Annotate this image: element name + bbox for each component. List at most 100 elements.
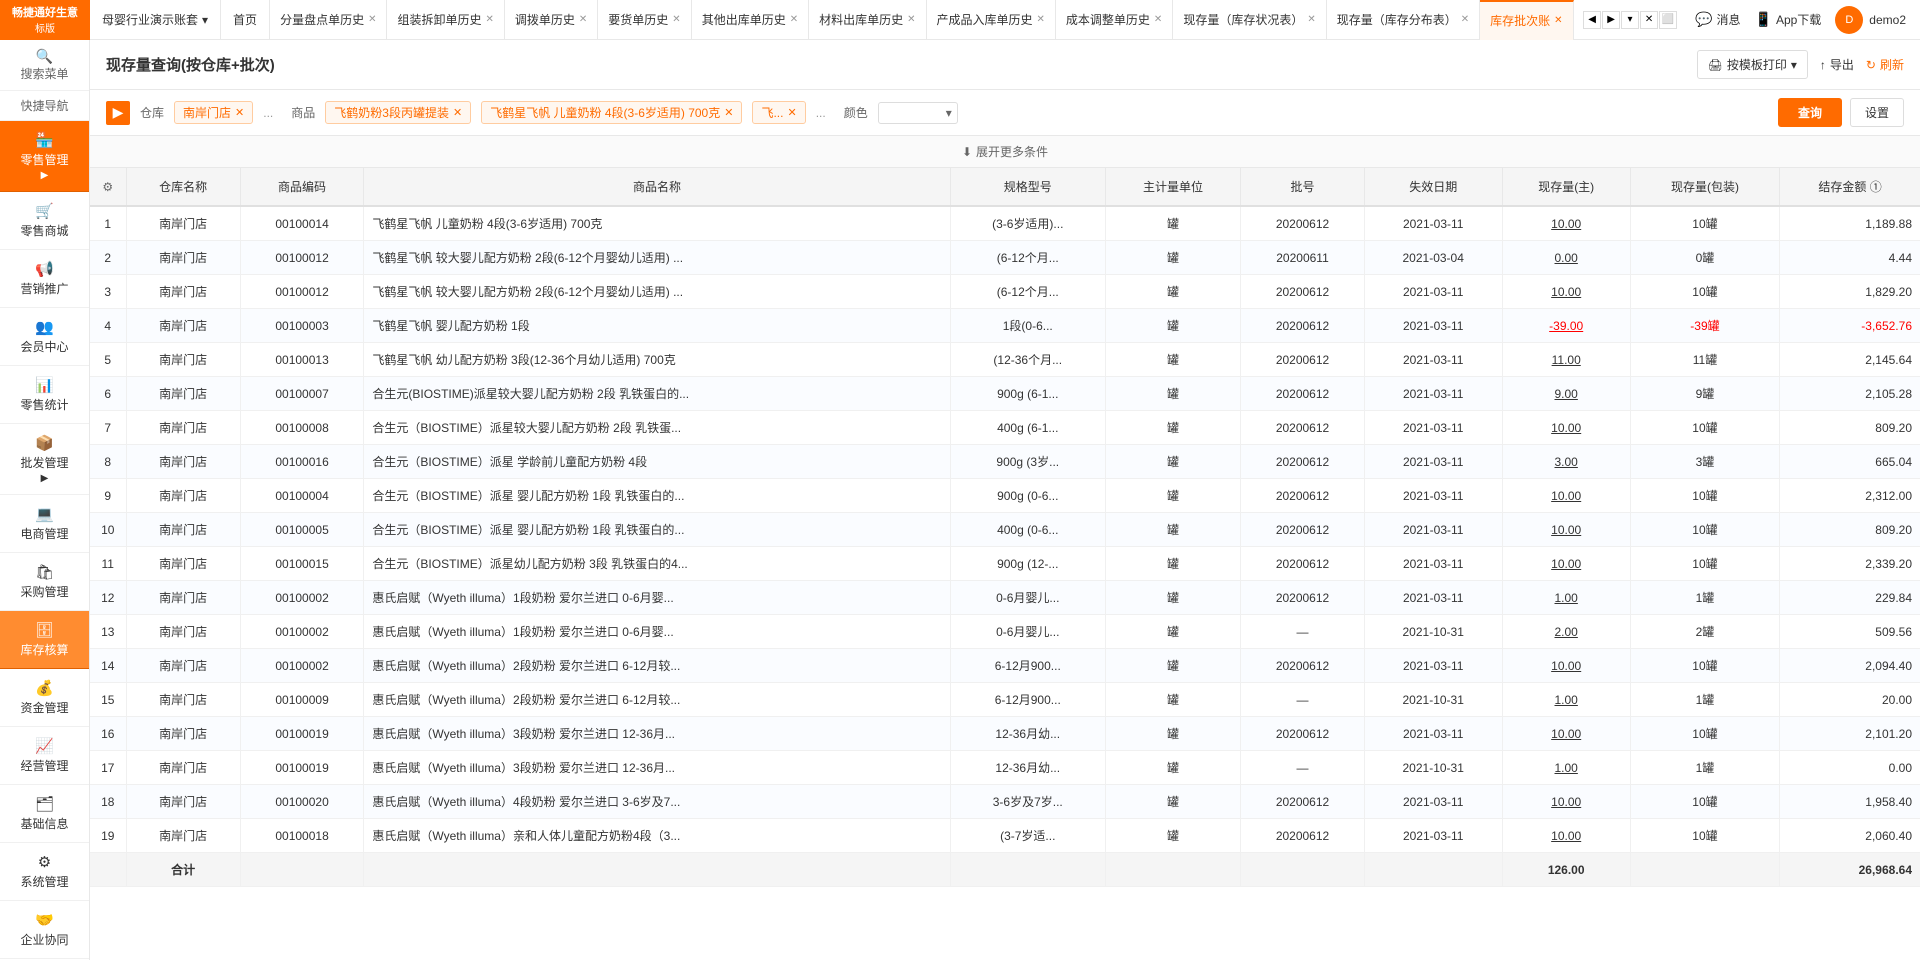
quick-nav-btn[interactable]: 快捷导航 xyxy=(0,91,89,121)
tab-maximize-button[interactable]: ⬜ xyxy=(1659,11,1677,29)
tab-prev-button[interactable]: ◀ xyxy=(1583,11,1601,29)
summary-qty: 126.00 xyxy=(1502,853,1630,887)
row-qty-pack: 10罐 xyxy=(1630,479,1779,513)
row-qty-main[interactable]: 10.00 xyxy=(1502,717,1630,751)
tab-cailiao[interactable]: 材料出库单历史✕ xyxy=(809,0,926,40)
row-amount: 0.00 xyxy=(1780,751,1920,785)
row-qty-main[interactable]: 10.00 xyxy=(1502,819,1630,853)
row-qty-main[interactable]: 10.00 xyxy=(1502,206,1630,241)
sidebar-item-base[interactable]: 🗂 基础信息 xyxy=(0,785,89,843)
tab-close-7[interactable]: ✕ xyxy=(1037,14,1045,25)
export-button[interactable]: ↑ 导出 xyxy=(1820,56,1854,73)
row-qty-main[interactable]: 10.00 xyxy=(1502,547,1630,581)
search-menu-btn[interactable]: 🔍 搜索菜单 xyxy=(0,40,89,91)
sidebar-item-inventory[interactable]: 🗄 库存核算 xyxy=(0,611,89,669)
tab-chengpin[interactable]: 产成品入库单历史✕ xyxy=(927,0,1056,40)
tab-yaohuo[interactable]: 要货单历史✕ xyxy=(598,0,691,40)
row-qty-main[interactable]: 10.00 xyxy=(1502,275,1630,309)
row-qty-main[interactable]: 10.00 xyxy=(1502,649,1630,683)
message-button[interactable]: 💬 消息 xyxy=(1695,11,1740,28)
tab-next-button[interactable]: ▶ xyxy=(1602,11,1620,29)
row-no: 4 xyxy=(90,309,126,343)
product-tag-3-remove[interactable]: ✕ xyxy=(787,106,796,119)
row-no: 8 xyxy=(90,445,126,479)
tab-close-4[interactable]: ✕ xyxy=(672,14,680,25)
row-amount: 2,339.20 xyxy=(1780,547,1920,581)
industry-selector[interactable]: 母婴行业演示账套 ▾ xyxy=(90,0,221,40)
row-qty-main[interactable]: 10.00 xyxy=(1502,785,1630,819)
print-button[interactable]: 🖨 按模板打印 ▾ xyxy=(1697,50,1808,79)
expand-filters-button[interactable]: ⬇ 展开更多条件 xyxy=(954,140,1056,163)
sidebar-item-marketing[interactable]: 📢 营销推广 xyxy=(0,250,89,308)
col-gear-icon[interactable]: ⚙ xyxy=(102,180,113,194)
tab-close-8[interactable]: ✕ xyxy=(1154,14,1162,25)
tab-close-5[interactable]: ✕ xyxy=(790,14,798,25)
row-qty-main[interactable]: 10.00 xyxy=(1502,411,1630,445)
refresh-button[interactable]: ↻ 刷新 xyxy=(1866,56,1904,73)
col-settings-icon[interactable]: ⚙ xyxy=(90,168,126,206)
tab-kucun-active[interactable]: 库存批次账✕ xyxy=(1480,0,1573,40)
row-qty-pack: 11罐 xyxy=(1630,343,1779,377)
tab-close-1[interactable]: ✕ xyxy=(368,14,376,25)
row-warehouse: 南岸门店 xyxy=(126,581,240,615)
tab-close-6[interactable]: ✕ xyxy=(907,14,915,25)
sidebar-item-wholesale[interactable]: 📦 批发管理 ▶ xyxy=(0,424,89,495)
row-unit: 罐 xyxy=(1105,206,1240,241)
row-qty-main[interactable]: 1.00 xyxy=(1502,581,1630,615)
product-more-btn[interactable]: ... xyxy=(816,106,826,120)
settings-button[interactable]: 设置 xyxy=(1850,98,1904,127)
warehouse-tag-remove[interactable]: ✕ xyxy=(235,106,244,119)
product-tag-1-remove[interactable]: ✕ xyxy=(453,106,462,119)
tab-close-9[interactable]: ✕ xyxy=(1307,14,1315,25)
filter-toggle-button[interactable]: ▶ xyxy=(106,101,130,125)
sidebar-item-stat[interactable]: 📊 零售统计 xyxy=(0,366,89,424)
row-name: 惠氏启赋（Wyeth illuma）2段奶粉 爱尔兰进口 6-12月较... xyxy=(364,683,950,717)
sidebar-item-finance[interactable]: 💰 资金管理 xyxy=(0,669,89,727)
sidebar-item-retail[interactable]: 🏪 零售管理 ▶ xyxy=(0,121,89,192)
tab-diaob[interactable]: 调拨单历史✕ xyxy=(505,0,598,40)
sidebar-item-collab[interactable]: 🤝 企业协同 xyxy=(0,901,89,959)
sidebar-item-ops[interactable]: 📈 经营管理 xyxy=(0,727,89,785)
tab-close-active[interactable]: ✕ xyxy=(1554,15,1562,26)
row-qty-main[interactable]: 2.00 xyxy=(1502,615,1630,649)
row-qty-main[interactable]: 1.00 xyxy=(1502,683,1630,717)
tab-xianzun1[interactable]: 现存量（库存状况表）✕ xyxy=(1173,0,1326,40)
sidebar-item-system[interactable]: ⚙ 系统管理 xyxy=(0,843,89,901)
user-area[interactable]: D demo2 xyxy=(1835,6,1906,34)
tab-zuhe[interactable]: 组装拆卸单历史✕ xyxy=(387,0,504,40)
tab-qita[interactable]: 其他出库单历史✕ xyxy=(692,0,809,40)
row-qty-main[interactable]: 1.00 xyxy=(1502,751,1630,785)
row-qty-main[interactable]: -39.00 xyxy=(1502,309,1630,343)
tab-xianzun2[interactable]: 现存量（库存分布表）✕ xyxy=(1327,0,1480,40)
row-qty-main[interactable]: 0.00 xyxy=(1502,241,1630,275)
tab-close-10[interactable]: ✕ xyxy=(1461,14,1469,25)
inventory-icon: 🗄 xyxy=(35,621,54,639)
tab-close-3[interactable]: ✕ xyxy=(579,14,587,25)
tab-home[interactable]: 首页 xyxy=(221,0,270,40)
sidebar-item-shop[interactable]: 🛒 零售商城 xyxy=(0,192,89,250)
row-qty-main[interactable]: 3.00 xyxy=(1502,445,1630,479)
query-button[interactable]: 查询 xyxy=(1778,98,1842,127)
row-code: 00100003 xyxy=(240,309,364,343)
row-qty-main[interactable]: 9.00 xyxy=(1502,377,1630,411)
collab-icon: 🤝 xyxy=(35,911,54,929)
color-select[interactable] xyxy=(878,102,958,124)
tab-menu-button[interactable]: ▾ xyxy=(1621,11,1639,29)
sidebar-item-ecom[interactable]: 💻 电商管理 xyxy=(0,495,89,553)
tab-chengben[interactable]: 成本调整单历史✕ xyxy=(1056,0,1173,40)
product-tag-2-remove[interactable]: ✕ xyxy=(724,106,733,119)
sidebar-item-member[interactable]: 👥 会员中心 xyxy=(0,308,89,366)
tab-close-2[interactable]: ✕ xyxy=(485,14,493,25)
sidebar-item-purchase[interactable]: 🛍 采购管理 xyxy=(0,553,89,611)
row-qty-pack: -39罐 xyxy=(1630,309,1779,343)
table-row: 9 南岸门店 00100004 合生元（BIOSTIME）派星 婴儿配方奶粉 1… xyxy=(90,479,1920,513)
row-qty-main[interactable]: 10.00 xyxy=(1502,513,1630,547)
tab-fenpan[interactable]: 分量盘点单历史✕ xyxy=(270,0,387,40)
row-code: 00100009 xyxy=(240,683,364,717)
row-qty-main[interactable]: 10.00 xyxy=(1502,479,1630,513)
tab-close-all-button[interactable]: ✕ xyxy=(1640,11,1658,29)
app-download-button[interactable]: 📱 App下载 xyxy=(1755,11,1822,28)
row-qty-pack: 10罐 xyxy=(1630,649,1779,683)
warehouse-more-btn[interactable]: ... xyxy=(263,106,273,120)
row-qty-main[interactable]: 11.00 xyxy=(1502,343,1630,377)
